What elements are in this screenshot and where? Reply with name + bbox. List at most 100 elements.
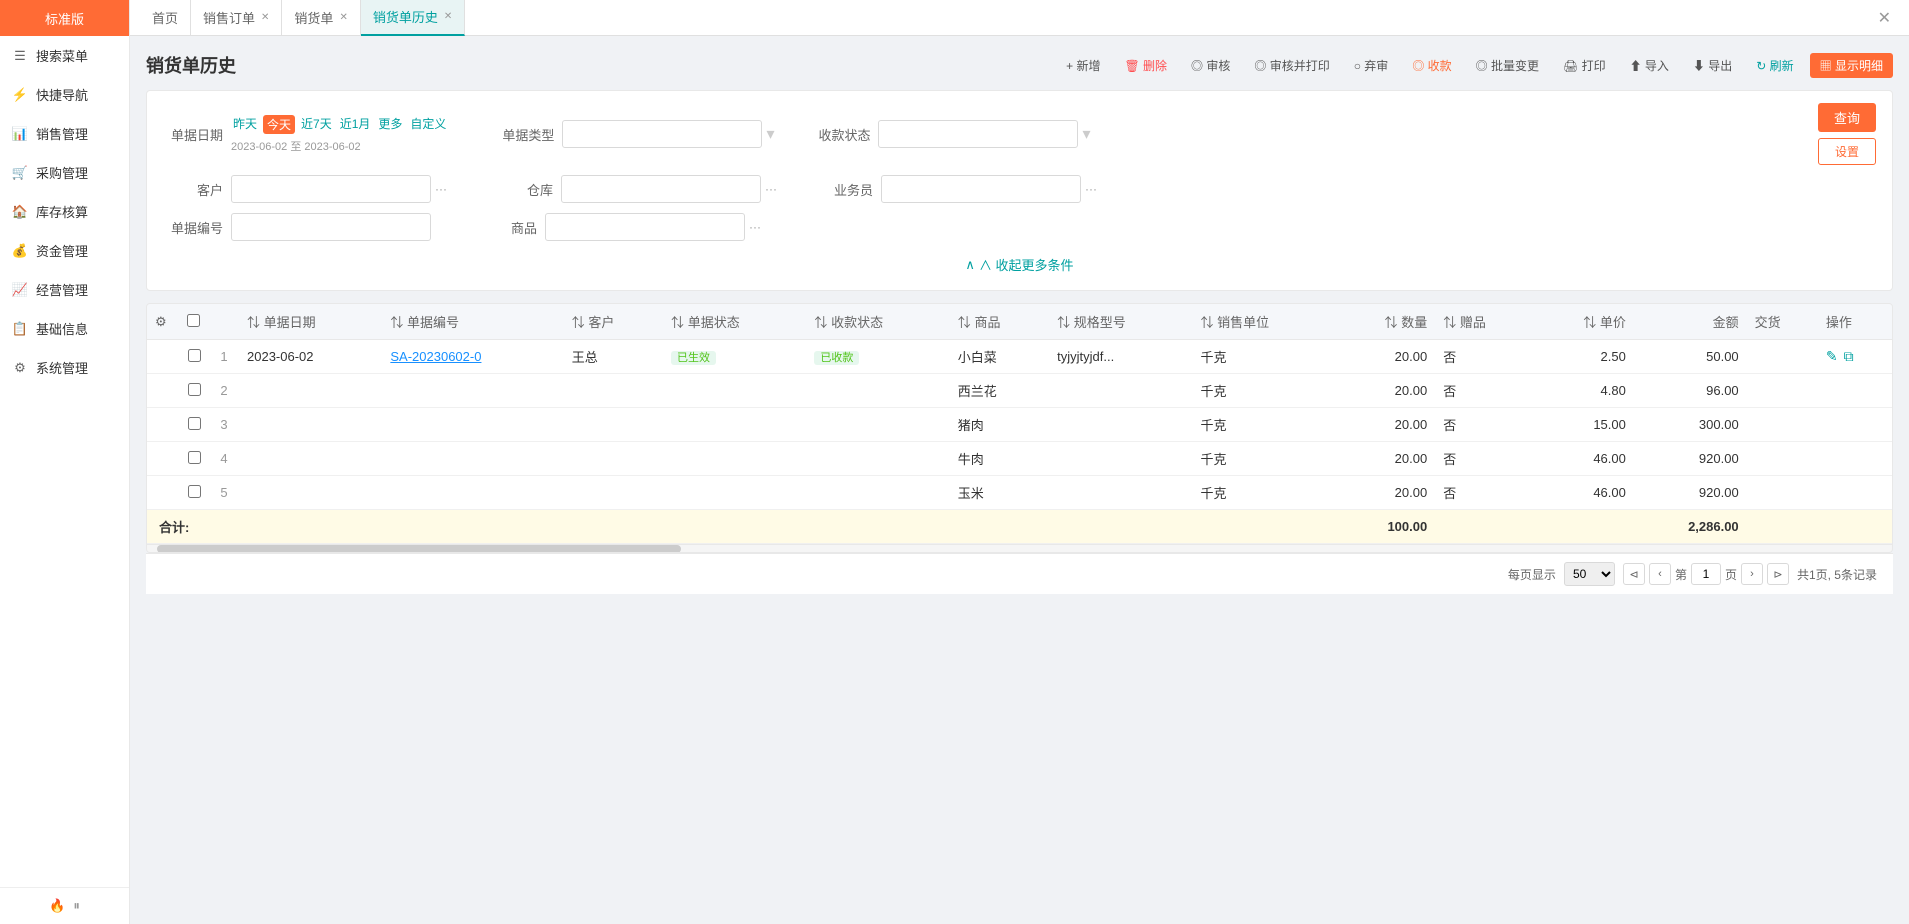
row-price: 4.80 (1535, 374, 1634, 408)
col-doc-no[interactable]: ⇅ 单据编号 (382, 304, 563, 340)
copy-icon[interactable]: ⧉ (1844, 348, 1854, 365)
import-button[interactable]: ⬆ 导入 (1622, 53, 1677, 78)
sidebar-bottom-btn2[interactable]: ⏸ (73, 898, 80, 914)
col-amount[interactable]: 金额 (1634, 304, 1747, 340)
sidebar-item-basic-info[interactable]: 📋 基础信息 (0, 309, 129, 348)
select-all-checkbox[interactable] (187, 314, 200, 327)
tab-home[interactable]: 首页 (140, 0, 191, 36)
customer-picker-btn[interactable]: ··· (435, 182, 447, 196)
sidebar-item-sales-mgmt[interactable]: 📊 销售管理 (0, 114, 129, 153)
row-checkbox[interactable] (188, 417, 201, 430)
warehouse-picker-btn[interactable]: ··· (765, 182, 777, 196)
collapse-more-btn[interactable]: ∧ ∧ 收起更多条件 (163, 251, 1876, 278)
warehouse-input[interactable] (561, 175, 761, 203)
audit-button[interactable]: ◎ 审核 (1183, 53, 1238, 78)
new-button[interactable]: + 新增 (1058, 53, 1108, 78)
shortcut-yesterday[interactable]: 昨天 (231, 115, 259, 134)
sidebar-item-sys-mgmt[interactable]: ⚙ 系统管理 (0, 348, 129, 387)
sidebar-item-inventory[interactable]: 🏠 库存核算 (0, 192, 129, 231)
refresh-button[interactable]: ↻ 刷新 (1748, 53, 1801, 78)
sidebar-item-ops-mgmt[interactable]: 📈 经营管理 (0, 270, 129, 309)
col-customer[interactable]: ⇅ 客户 (564, 304, 663, 340)
goods-input[interactable] (545, 213, 745, 241)
col-qty[interactable]: ⇅ 数量 (1336, 304, 1435, 340)
row-checkbox[interactable] (188, 349, 201, 362)
row-paystatus (806, 476, 949, 510)
display-detail-button[interactable]: ▦ 显示明细 (1810, 53, 1893, 78)
set-button[interactable]: 设置 (1818, 138, 1876, 165)
tab-close-icon[interactable]: ✕ (261, 12, 269, 23)
footer-spacer2 (1435, 510, 1534, 544)
shortcut-today[interactable]: 今天 (263, 115, 295, 134)
footer-total-qty: 100.00 (1336, 510, 1435, 544)
type-input[interactable] (562, 120, 762, 148)
row-checkbox[interactable] (188, 383, 201, 396)
row-docstatus (663, 442, 806, 476)
row-amount: 50.00 (1634, 340, 1747, 374)
warehouse-label: 仓库 (493, 180, 553, 199)
sidebar-item-quick-nav[interactable]: ⚡ 快捷导航 (0, 75, 129, 114)
staff-input[interactable] (881, 175, 1081, 203)
receive-button[interactable]: ◎ 收款 (1404, 53, 1459, 78)
tab-sales-order[interactable]: 销售订单 ✕ (191, 0, 282, 36)
shortcut-1month[interactable]: 近1月 (338, 115, 373, 134)
export-button[interactable]: ⬇ 导出 (1685, 53, 1740, 78)
goods-picker-btn[interactable]: ··· (749, 220, 761, 234)
row-date (239, 374, 382, 408)
tab-close-icon[interactable]: ✕ (339, 12, 347, 23)
col-price[interactable]: ⇅ 单价 (1535, 304, 1634, 340)
col-goods[interactable]: ⇅ 商品 (950, 304, 1049, 340)
abandon-button[interactable]: ○ 弃审 (1346, 53, 1397, 78)
doc-no-link[interactable]: SA-20230602-0 (390, 349, 481, 364)
page-number-input[interactable] (1691, 563, 1721, 585)
col-date[interactable]: ⇅ 单据日期 (239, 304, 382, 340)
doc-num-input[interactable] (231, 213, 431, 241)
shortcut-more[interactable]: 更多 (376, 115, 404, 134)
sidebar-item-purchase-mgmt[interactable]: 🛒 采购管理 (0, 153, 129, 192)
query-button[interactable]: 查询 (1818, 103, 1876, 132)
settings-icon[interactable]: ⚙ (155, 314, 167, 329)
row-checkbox[interactable] (188, 451, 201, 464)
row-qty: 20.00 (1336, 442, 1435, 476)
tab-sales-history[interactable]: 销货单历史 ✕ (361, 0, 465, 36)
print-button[interactable]: 🖨 打印 (1555, 53, 1614, 78)
tab-sales-goods[interactable]: 销货单 ✕ (282, 0, 360, 36)
filter-pay-status: 收款状态 ▾ (810, 120, 1090, 148)
table-row: 4牛肉千克20.00否46.00920.00 (147, 442, 1892, 476)
doc-status-badge: 已生效 (671, 351, 716, 365)
batch-change-button[interactable]: ◎ 批量变更 (1468, 53, 1547, 78)
row-checkbox[interactable] (188, 485, 201, 498)
customer-input[interactable] (231, 175, 431, 203)
window-close-btn[interactable]: ✕ (1870, 8, 1899, 28)
staff-picker-btn[interactable]: ··· (1085, 182, 1097, 196)
pay-status-input[interactable] (878, 120, 1078, 148)
delete-button[interactable]: 🗑 删除 (1116, 53, 1175, 78)
horizontal-scrollbar[interactable] (147, 544, 1892, 552)
tab-close-icon[interactable]: ✕ (444, 11, 452, 22)
sidebar-item-finance-mgmt[interactable]: 💰 资金管理 (0, 231, 129, 270)
purchase-icon: 🛒 (12, 165, 28, 181)
prev-page-btn[interactable]: ‹ (1649, 563, 1671, 585)
col-spec[interactable]: ⇅ 规格型号 (1049, 304, 1192, 340)
first-page-btn[interactable]: ⊲ (1623, 563, 1645, 585)
sidebar-item-search-menu[interactable]: ☰ 搜索菜单 (0, 36, 129, 75)
row-gift: 否 (1435, 442, 1534, 476)
main-area: 首页 销售订单 ✕ 销货单 ✕ 销货单历史 ✕ ✕ 销货单历史 + 新增 🗑 删… (130, 0, 1909, 924)
next-page-btn[interactable]: › (1741, 563, 1763, 585)
row-num: 3 (209, 408, 239, 442)
checkbox-cell (179, 340, 209, 374)
col-unit[interactable]: ⇅ 销售单位 (1193, 304, 1336, 340)
per-page-select[interactable]: 50 100 200 (1564, 562, 1615, 586)
sidebar-bottom-btn1[interactable]: 🔥 (49, 898, 65, 914)
shortcut-custom[interactable]: 自定义 (408, 115, 448, 134)
col-pay-status[interactable]: ⇅ 收款状态 (806, 304, 949, 340)
col-doc-status[interactable]: ⇅ 单据状态 (663, 304, 806, 340)
col-gift[interactable]: ⇅ 赠品 (1435, 304, 1534, 340)
col-settings[interactable]: ⚙ (147, 304, 179, 340)
audit-print-button[interactable]: ◎ 审核并打印 (1246, 53, 1337, 78)
last-page-btn[interactable]: ⊳ (1767, 563, 1789, 585)
edit-icon[interactable]: ✎ (1826, 348, 1838, 365)
row-docstatus: 已生效 (663, 340, 806, 374)
row-num: 2 (209, 374, 239, 408)
shortcut-7days[interactable]: 近7天 (299, 115, 334, 134)
